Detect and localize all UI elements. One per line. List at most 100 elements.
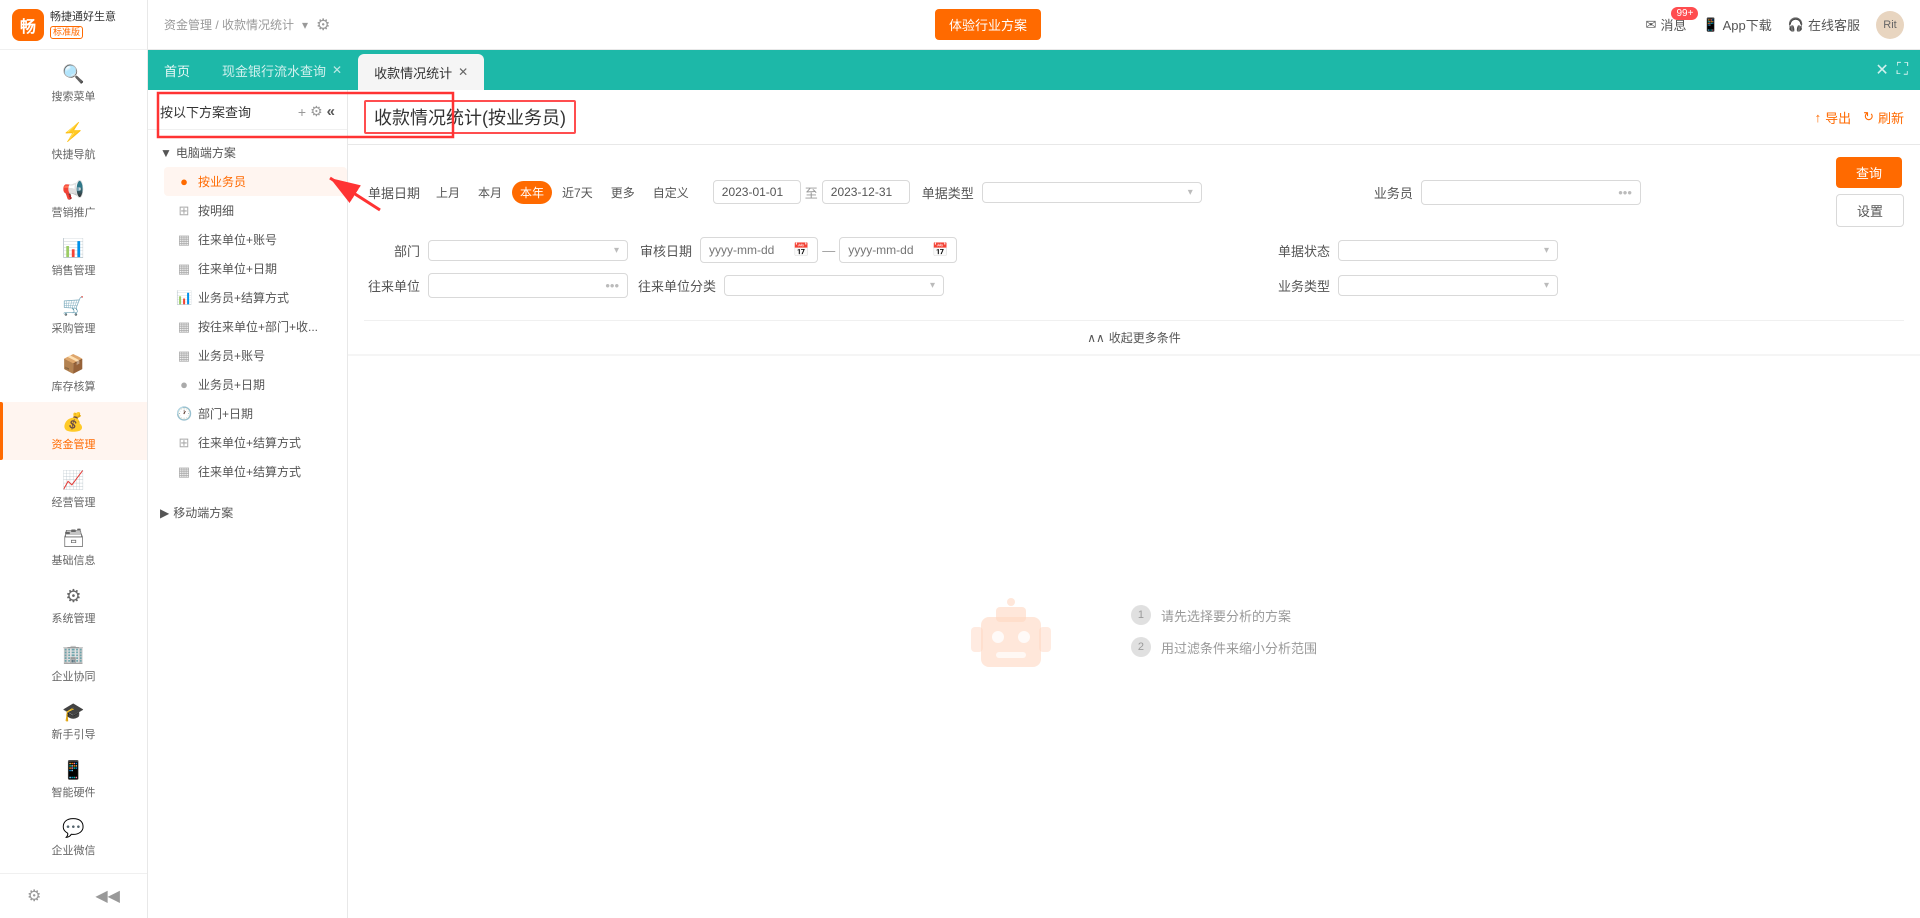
sidebar-item-quick-nav[interactable]: ⚡ 快捷导航 xyxy=(0,112,147,170)
tab-home[interactable]: 首页 xyxy=(148,50,206,90)
export-action[interactable]: ↑ 导出 xyxy=(1815,108,1852,127)
tab-collection[interactable]: 收款情况统计 ✕ xyxy=(358,54,484,90)
empty-step-1: 1 请先选择要分析的方案 xyxy=(1131,605,1317,625)
date-tab-this-month[interactable]: 本月 xyxy=(470,181,510,204)
sidebar-item-hardware[interactable]: 📱 智能硬件 xyxy=(0,750,147,808)
counterpart-cat-label: 往来单位分类 xyxy=(636,276,716,295)
salesperson-select[interactable]: ••• xyxy=(1421,180,1641,205)
tab-bank-close-icon[interactable]: ✕ xyxy=(332,63,342,77)
tree-item-by-detail[interactable]: ⊞ 按明细 xyxy=(164,196,347,225)
trial-button[interactable]: 体验行业方案 xyxy=(935,9,1041,40)
sidebar-item-base[interactable]: 🗃 基础信息 xyxy=(0,518,147,576)
sidebar-item-inventory[interactable]: 📦 库存核算 xyxy=(0,344,147,402)
tree-item-label: 按明细 xyxy=(198,202,234,219)
tree-item-sales-settle[interactable]: 📊 业务员+结算方式 xyxy=(164,283,347,312)
app-download-action[interactable]: 📱 App下载 xyxy=(1702,15,1771,34)
sidebar-item-purchase[interactable]: 🛒 采购管理 xyxy=(0,286,147,344)
audit-from-calendar-icon[interactable]: 📅 xyxy=(793,242,809,258)
breadcrumb-chevron-icon[interactable]: ▾ xyxy=(302,18,308,32)
left-panel-title: 按以下方案查询 xyxy=(160,102,251,121)
search-icon: 🔍 xyxy=(62,64,84,85)
finance-icon: 💰 xyxy=(62,412,84,433)
wechat-icon: 💬 xyxy=(62,818,84,839)
left-panel-actions: + ⚙ « xyxy=(298,103,335,120)
tree-item-dept-date[interactable]: 🕐 部门+日期 xyxy=(164,399,347,428)
header-gear-icon[interactable]: ⚙ xyxy=(316,15,330,35)
tree-item-sales-date[interactable]: ● 业务员+日期 xyxy=(164,370,347,399)
more-icon[interactable]: ••• xyxy=(1618,185,1632,200)
scheme-settings-icon[interactable]: ⚙ xyxy=(310,103,323,120)
tab-bar: 首页 现金银行流水查询 ✕ 收款情况统计 ✕ ✕ ⛶ xyxy=(148,50,1920,90)
business-type-group: 业务类型 ▾ xyxy=(1274,275,1904,296)
audit-to-calendar-icon[interactable]: 📅 xyxy=(932,242,948,258)
tree-item-unit-settle2[interactable]: ▦ 往来单位+结算方式 xyxy=(164,457,347,486)
tab-close-all-icon[interactable]: ✕ xyxy=(1875,60,1888,80)
collapse-sidebar-icon[interactable]: ◀◀ xyxy=(91,882,124,910)
tree-item-label: 业务员+结算方式 xyxy=(198,289,289,306)
counterpart-cat-select[interactable]: ▾ xyxy=(724,275,944,296)
tree-item-unit-dept[interactable]: ▦ 按往来单位+部门+收... xyxy=(164,312,347,341)
doc-status-select[interactable]: ▾ xyxy=(1338,240,1558,261)
query-buttons: 查询 设置 xyxy=(1836,157,1904,227)
tree-item-unit-date[interactable]: ▦ 往来单位+日期 xyxy=(164,254,347,283)
sidebar: 畅 畅捷通好生意 标准版 🔍 搜索菜单 ⚡ 快捷导航 📢 营销推广 📊 销售管理… xyxy=(0,0,148,918)
sidebar-item-sales[interactable]: 📊 销售管理 xyxy=(0,228,147,286)
sidebar-item-system[interactable]: ⚙ 系统管理 xyxy=(0,576,147,634)
tree-item-label: 往来单位+账号 xyxy=(198,231,277,248)
tree-item-sales-account[interactable]: ▦ 业务员+账号 xyxy=(164,341,347,370)
export-icon: ↑ xyxy=(1815,110,1822,125)
sidebar-item-operations[interactable]: 📈 经营管理 xyxy=(0,460,147,518)
online-service-action[interactable]: 🎧 在线客服 xyxy=(1788,15,1860,34)
date-tab-last-month[interactable]: 上月 xyxy=(428,181,468,204)
tree-root-desktop[interactable]: ▼ 电脑端方案 xyxy=(148,138,347,167)
counterpart-more-icon[interactable]: ••• xyxy=(605,278,619,293)
sidebar-item-corp[interactable]: 🏢 企业协同 xyxy=(0,634,147,692)
audit-to-wrapper: 📅 xyxy=(839,237,957,263)
business-type-select[interactable]: ▾ xyxy=(1338,275,1558,296)
collapse-bar[interactable]: ∧∧ 收起更多条件 xyxy=(364,320,1904,354)
date-to-input[interactable] xyxy=(822,180,910,204)
tab-expand-icon[interactable]: ⛶ xyxy=(1897,61,1908,79)
dept-select[interactable]: ▾ xyxy=(428,240,628,261)
tab-collection-close-icon[interactable]: ✕ xyxy=(458,65,468,79)
date-tab-custom[interactable]: 自定义 xyxy=(645,181,697,204)
tree-item-label: 业务员+日期 xyxy=(198,376,265,393)
app-logo: 畅 畅捷通好生意 标准版 xyxy=(0,0,147,50)
sidebar-item-guide[interactable]: 🎓 新手引导 xyxy=(0,692,147,750)
sidebar-item-member[interactable]: 👑 畅会员 xyxy=(0,866,147,873)
business-type-label: 业务类型 xyxy=(1274,276,1330,295)
tab-bank[interactable]: 现金银行流水查询 ✕ xyxy=(206,50,358,90)
tree-item-unit-settle1[interactable]: ⊞ 往来单位+结算方式 xyxy=(164,428,347,457)
refresh-action[interactable]: ↻ 刷新 xyxy=(1863,108,1904,127)
messages-action[interactable]: ✉ 消息 99+ xyxy=(1646,15,1687,34)
setting-button[interactable]: 设置 xyxy=(1836,194,1904,227)
tree-item-by-salesperson[interactable]: ● 按业务员 xyxy=(164,167,347,196)
doc-type-select[interactable]: ▾ xyxy=(982,182,1202,203)
user-avatar[interactable]: Rit xyxy=(1876,11,1904,39)
date-tab-more[interactable]: 更多 xyxy=(603,181,643,204)
query-button[interactable]: 查询 xyxy=(1836,157,1902,188)
sidebar-item-marketing[interactable]: 📢 营销推广 xyxy=(0,170,147,228)
counterpart-input[interactable] xyxy=(437,279,601,293)
collapse-link[interactable]: ∧∧ 收起更多条件 xyxy=(1087,329,1181,346)
collapse-panel-icon[interactable]: « xyxy=(327,103,335,120)
audit-from-input[interactable] xyxy=(709,243,789,257)
date-from-input[interactable] xyxy=(713,180,801,204)
date-tab-7days[interactable]: 近7天 xyxy=(554,181,601,204)
guide-icon: 🎓 xyxy=(62,702,84,723)
tab-bar-right: ✕ ⛶ xyxy=(1875,60,1920,80)
sidebar-item-wechat[interactable]: 💬 企业微信 xyxy=(0,808,147,866)
sidebar-item-search[interactable]: 🔍 搜索菜单 xyxy=(0,54,147,112)
date-range-input: 至 xyxy=(713,180,910,204)
sidebar-item-finance[interactable]: 💰 资金管理 xyxy=(0,402,147,460)
detail-icon: ⊞ xyxy=(176,203,192,219)
date-separator: 至 xyxy=(805,183,818,202)
counterpart-label: 往来单位 xyxy=(364,276,420,295)
add-scheme-icon[interactable]: + xyxy=(298,104,306,120)
audit-to-input[interactable] xyxy=(848,243,928,257)
tree-item-unit-account[interactable]: ▦ 往来单位+账号 xyxy=(164,225,347,254)
audit-from-wrapper: 📅 xyxy=(700,237,818,263)
settings-bottom-icon[interactable]: ⚙ xyxy=(23,882,45,910)
tree-root-mobile[interactable]: ▶ 移动端方案 xyxy=(148,498,347,527)
date-tab-this-year[interactable]: 本年 xyxy=(512,181,552,204)
